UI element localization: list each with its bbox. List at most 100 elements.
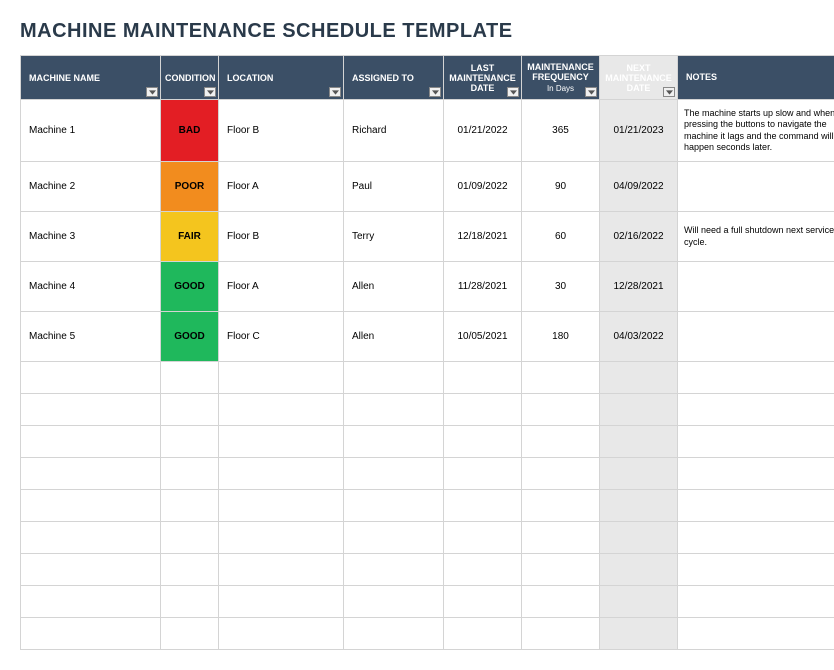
filter-dropdown-icon[interactable] <box>329 87 341 97</box>
cell-frequency[interactable]: 30 <box>522 262 600 312</box>
cell-notes[interactable] <box>678 312 834 362</box>
filter-dropdown-icon[interactable] <box>663 87 675 97</box>
cell-frequency[interactable]: 90 <box>522 162 600 212</box>
cell-assigned[interactable]: Richard <box>344 100 444 162</box>
cell-empty[interactable] <box>522 490 600 522</box>
cell-empty[interactable] <box>522 586 600 618</box>
cell-machine-name[interactable]: Machine 1 <box>21 100 161 162</box>
cell-empty[interactable] <box>678 394 834 426</box>
cell-empty[interactable] <box>219 458 344 490</box>
cell-frequency[interactable]: 60 <box>522 212 600 262</box>
cell-empty[interactable] <box>444 362 522 394</box>
cell-condition[interactable]: POOR <box>161 162 219 212</box>
cell-next-date[interactable]: 12/28/2021 <box>600 262 678 312</box>
cell-empty[interactable] <box>444 458 522 490</box>
cell-empty[interactable] <box>344 426 444 458</box>
cell-empty[interactable] <box>444 554 522 586</box>
cell-empty[interactable] <box>344 554 444 586</box>
cell-frequency[interactable]: 365 <box>522 100 600 162</box>
cell-empty[interactable] <box>600 554 678 586</box>
cell-empty[interactable] <box>219 426 344 458</box>
cell-condition[interactable]: GOOD <box>161 312 219 362</box>
cell-machine-name[interactable]: Machine 2 <box>21 162 161 212</box>
cell-empty[interactable] <box>161 490 219 522</box>
cell-assigned[interactable]: Terry <box>344 212 444 262</box>
cell-empty[interactable] <box>522 362 600 394</box>
cell-empty[interactable] <box>678 554 834 586</box>
cell-empty[interactable] <box>444 490 522 522</box>
cell-empty[interactable] <box>21 490 161 522</box>
cell-condition[interactable]: FAIR <box>161 212 219 262</box>
cell-empty[interactable] <box>219 522 344 554</box>
cell-empty[interactable] <box>678 426 834 458</box>
cell-empty[interactable] <box>21 394 161 426</box>
cell-empty[interactable] <box>21 522 161 554</box>
cell-condition[interactable]: BAD <box>161 100 219 162</box>
cell-empty[interactable] <box>344 490 444 522</box>
cell-assigned[interactable]: Allen <box>344 262 444 312</box>
cell-location[interactable]: Floor B <box>219 212 344 262</box>
cell-empty[interactable] <box>678 362 834 394</box>
cell-frequency[interactable]: 180 <box>522 312 600 362</box>
cell-empty[interactable] <box>522 618 600 650</box>
cell-assigned[interactable]: Allen <box>344 312 444 362</box>
cell-empty[interactable] <box>219 554 344 586</box>
cell-empty[interactable] <box>161 394 219 426</box>
cell-empty[interactable] <box>161 586 219 618</box>
cell-empty[interactable] <box>219 586 344 618</box>
cell-empty[interactable] <box>600 522 678 554</box>
cell-empty[interactable] <box>21 426 161 458</box>
cell-last-date[interactable]: 01/21/2022 <box>444 100 522 162</box>
filter-dropdown-icon[interactable] <box>507 87 519 97</box>
cell-empty[interactable] <box>678 522 834 554</box>
cell-next-date[interactable]: 04/09/2022 <box>600 162 678 212</box>
cell-last-date[interactable]: 12/18/2021 <box>444 212 522 262</box>
cell-empty[interactable] <box>444 394 522 426</box>
cell-empty[interactable] <box>600 426 678 458</box>
filter-dropdown-icon[interactable] <box>204 87 216 97</box>
cell-notes[interactable] <box>678 162 834 212</box>
cell-last-date[interactable]: 01/09/2022 <box>444 162 522 212</box>
cell-empty[interactable] <box>161 426 219 458</box>
cell-empty[interactable] <box>444 586 522 618</box>
cell-notes[interactable]: Will need a full shutdown next service c… <box>678 212 834 262</box>
cell-location[interactable]: Floor A <box>219 262 344 312</box>
cell-empty[interactable] <box>161 554 219 586</box>
cell-location[interactable]: Floor A <box>219 162 344 212</box>
cell-empty[interactable] <box>344 362 444 394</box>
cell-empty[interactable] <box>344 618 444 650</box>
cell-empty[interactable] <box>344 458 444 490</box>
cell-empty[interactable] <box>444 618 522 650</box>
cell-machine-name[interactable]: Machine 4 <box>21 262 161 312</box>
cell-machine-name[interactable]: Machine 5 <box>21 312 161 362</box>
cell-empty[interactable] <box>600 458 678 490</box>
cell-empty[interactable] <box>522 554 600 586</box>
cell-empty[interactable] <box>600 586 678 618</box>
cell-location[interactable]: Floor B <box>219 100 344 162</box>
cell-empty[interactable] <box>678 618 834 650</box>
cell-next-date[interactable]: 04/03/2022 <box>600 312 678 362</box>
cell-empty[interactable] <box>522 458 600 490</box>
cell-empty[interactable] <box>21 362 161 394</box>
cell-empty[interactable] <box>600 362 678 394</box>
filter-dropdown-icon[interactable] <box>429 87 441 97</box>
cell-empty[interactable] <box>600 490 678 522</box>
cell-condition[interactable]: GOOD <box>161 262 219 312</box>
cell-empty[interactable] <box>219 362 344 394</box>
cell-empty[interactable] <box>21 586 161 618</box>
cell-notes[interactable] <box>678 262 834 312</box>
cell-empty[interactable] <box>21 618 161 650</box>
cell-empty[interactable] <box>678 586 834 618</box>
cell-empty[interactable] <box>161 458 219 490</box>
cell-next-date[interactable]: 02/16/2022 <box>600 212 678 262</box>
cell-empty[interactable] <box>522 522 600 554</box>
cell-empty[interactable] <box>219 618 344 650</box>
cell-empty[interactable] <box>522 426 600 458</box>
filter-dropdown-icon[interactable] <box>146 87 158 97</box>
cell-last-date[interactable]: 10/05/2021 <box>444 312 522 362</box>
cell-empty[interactable] <box>219 490 344 522</box>
cell-empty[interactable] <box>21 554 161 586</box>
cell-empty[interactable] <box>161 522 219 554</box>
cell-location[interactable]: Floor C <box>219 312 344 362</box>
cell-empty[interactable] <box>161 618 219 650</box>
